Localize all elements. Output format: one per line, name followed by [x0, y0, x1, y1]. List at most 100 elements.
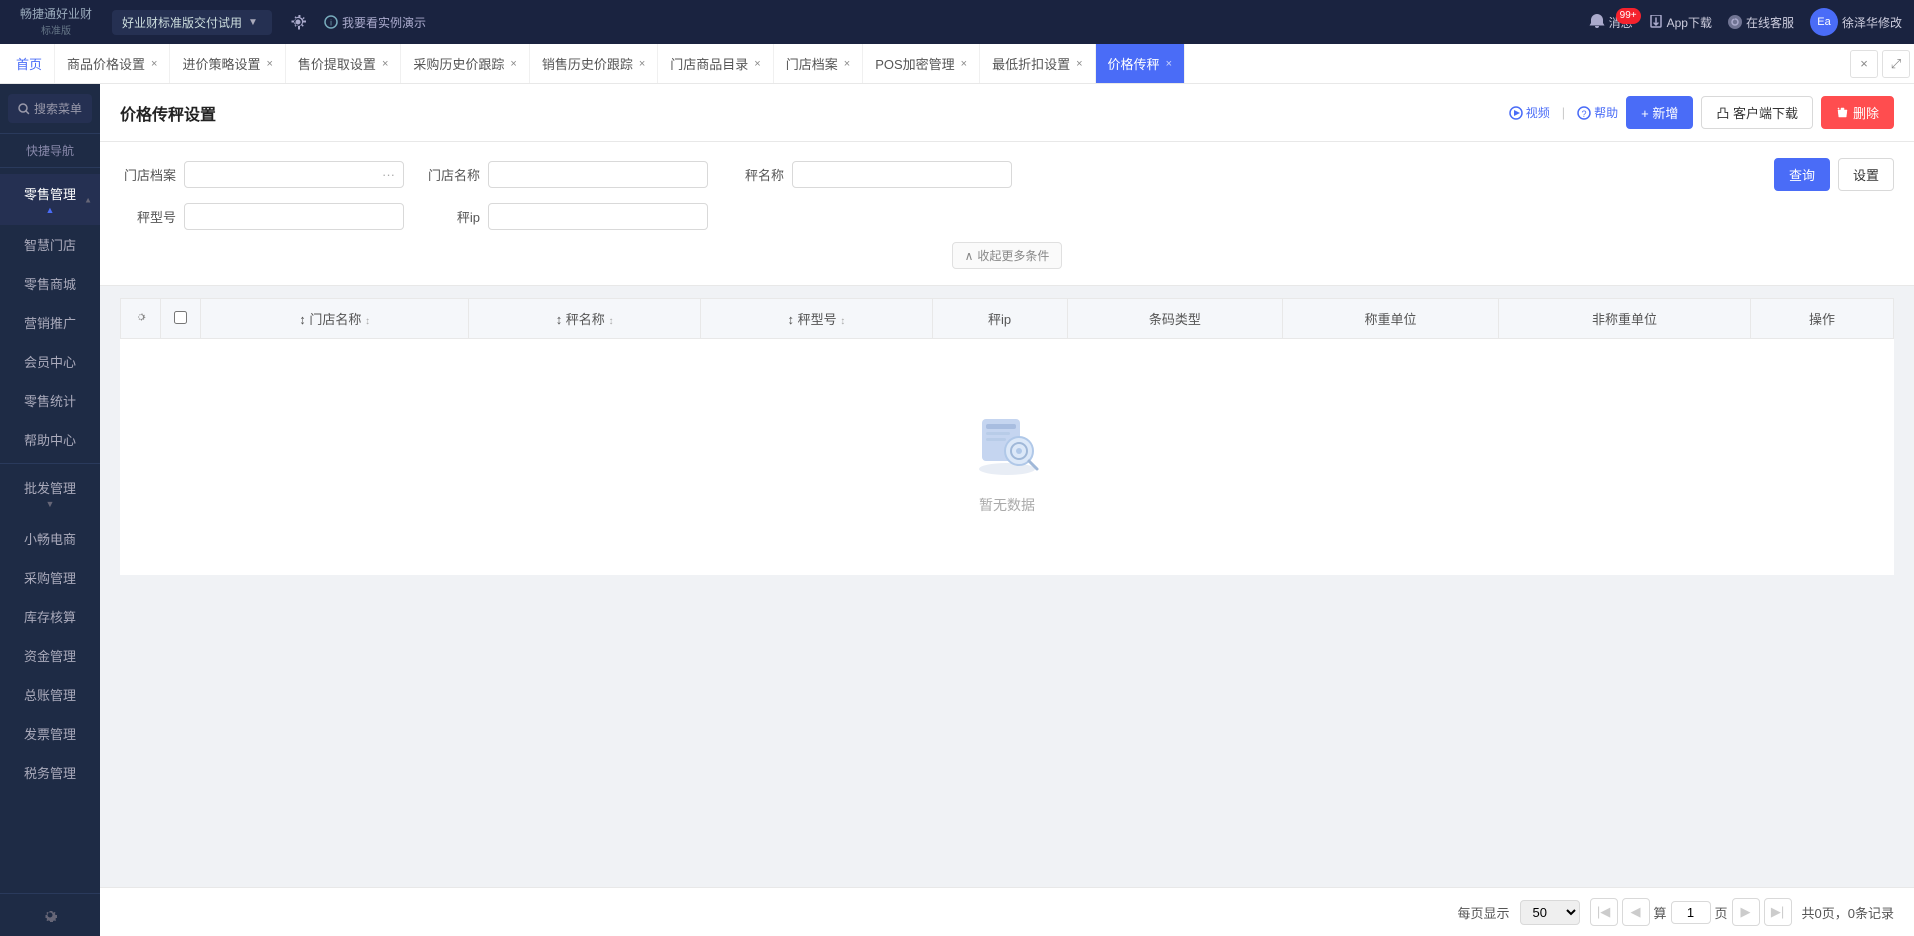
- query-btn[interactable]: 查询: [1774, 158, 1830, 191]
- scale-model-input[interactable]: [184, 203, 404, 230]
- tab-sale-price[interactable]: 售价提取设置 ×: [286, 44, 401, 84]
- close-icon[interactable]: ×: [1076, 58, 1082, 70]
- store-name-label: 门店名称: [424, 165, 480, 184]
- close-icon[interactable]: ×: [510, 58, 516, 70]
- th-settings[interactable]: [121, 299, 161, 339]
- filter-row-1: 门店档案 ··· 门店名称 秤名称 查询: [120, 158, 1894, 191]
- tab-store-file[interactable]: 门店档案 ×: [774, 44, 863, 84]
- tab-sale-history[interactable]: 销售历史价跟踪 ×: [530, 44, 658, 84]
- store-file-input[interactable]: [185, 162, 374, 187]
- sidebar-item-wholesale[interactable]: 批发管理 ▼: [0, 468, 100, 519]
- empty-text: 暂无数据: [979, 495, 1035, 515]
- tab-price-scale[interactable]: 价格传秤 ×: [1096, 44, 1185, 84]
- app-download-label: App下载: [1667, 14, 1712, 31]
- close-icon[interactable]: ×: [382, 58, 388, 70]
- top-right: 消息 99+ App下载 在线客服 Ea 徐泽华修改: [1589, 8, 1902, 36]
- tab-purchase-strategy[interactable]: 进价策略设置 ×: [170, 44, 285, 84]
- sidebar-item-help[interactable]: 帮助中心: [0, 420, 100, 459]
- tab-store-catalog[interactable]: 门店商品目录 ×: [658, 44, 773, 84]
- filter-area: 门店档案 ··· 门店名称 秤名称 查询: [100, 142, 1914, 286]
- th-scale-model[interactable]: ↕ 秤型号: [700, 299, 932, 339]
- tab-min-discount[interactable]: 最低折扣设置 ×: [980, 44, 1095, 84]
- last-page-btn[interactable]: ▶|: [1764, 898, 1792, 926]
- sidebar-item-tax[interactable]: 税务管理: [0, 753, 100, 792]
- setup-btn[interactable]: 设置: [1838, 158, 1894, 191]
- scale-ip-label: 秤ip: [424, 207, 480, 226]
- first-page-btn[interactable]: |◀: [1590, 898, 1618, 926]
- message-item[interactable]: 消息 99+: [1589, 14, 1633, 31]
- th-scale-name[interactable]: ↕ 秤名称: [469, 299, 701, 339]
- collapse-btn[interactable]: ∧ 收起更多条件: [952, 242, 1063, 269]
- online-service-item[interactable]: 在线客服: [1728, 14, 1794, 31]
- store-name-input[interactable]: [488, 161, 708, 188]
- empty-state: 暂无数据: [121, 339, 1894, 575]
- sidebar-item-invoice[interactable]: 发票管理: [0, 714, 100, 753]
- message-badge: 99+: [1616, 8, 1641, 24]
- store-file-label: 门店档案: [120, 165, 176, 184]
- tab-bar: 首页 商品价格设置 × 进价策略设置 × 售价提取设置 × 采购历史价跟踪 × …: [0, 44, 1914, 84]
- tab-purchase-history[interactable]: 采购历史价跟踪 ×: [401, 44, 529, 84]
- th-store-name[interactable]: ↕ 门店名称: [201, 299, 469, 339]
- select-all-checkbox[interactable]: [174, 311, 187, 324]
- filter-row-2: 秤型号 秤ip: [120, 203, 1894, 230]
- close-icon[interactable]: ×: [1166, 58, 1172, 70]
- sidebar-item-ecommerce[interactable]: 小畅电商: [0, 519, 100, 558]
- logo-area: 畅捷通好业财 标准版: [12, 7, 100, 36]
- filter-buttons: 查询 设置: [1774, 158, 1894, 191]
- add-btn[interactable]: + 新增: [1626, 96, 1693, 129]
- sidebar-item-purchase[interactable]: 采购管理: [0, 558, 100, 597]
- tab-price-settings[interactable]: 商品价格设置 ×: [55, 44, 170, 84]
- sidebar-item-smart-store[interactable]: 智慧门店: [0, 225, 100, 264]
- close-icon[interactable]: ×: [844, 58, 850, 70]
- user-item[interactable]: Ea 徐泽华修改: [1810, 8, 1902, 36]
- filter-store-file: 门店档案 ···: [120, 161, 404, 188]
- next-page-btn[interactable]: ▶: [1732, 898, 1760, 926]
- scale-name-input[interactable]: [792, 161, 1012, 188]
- filter-scale-model: 秤型号: [120, 203, 404, 230]
- page-nav: |◀ ◀ 算 页 ▶ ▶|: [1590, 898, 1792, 926]
- page-size-select[interactable]: 50 10 20 100: [1520, 900, 1580, 925]
- sidebar-quick-nav[interactable]: 快捷导航: [0, 134, 100, 168]
- demo-btn[interactable]: i 我要看实例演示: [324, 14, 426, 31]
- close-icon[interactable]: ×: [961, 58, 967, 70]
- close-icon[interactable]: ×: [266, 58, 272, 70]
- version-label: 好业财标准版交付试用: [122, 14, 242, 31]
- tab-home-label: 首页: [16, 54, 42, 73]
- tab-home[interactable]: 首页: [4, 44, 55, 84]
- total-info: 共0页，0条记录: [1802, 903, 1894, 922]
- table-body: 暂无数据: [121, 339, 1894, 576]
- sidebar-item-member[interactable]: 会员中心: [0, 342, 100, 381]
- close-tab-btn[interactable]: ×: [1850, 50, 1878, 78]
- prev-page-btn[interactable]: ◀: [1622, 898, 1650, 926]
- settings-icon-btn[interactable]: [284, 8, 312, 36]
- th-checkbox[interactable]: [161, 299, 201, 339]
- sidebar-item-marketing[interactable]: 营销推广: [0, 303, 100, 342]
- sidebar-item-finance[interactable]: 资金管理: [0, 636, 100, 675]
- maximize-tab-btn[interactable]: ⤢: [1882, 50, 1910, 78]
- close-icon[interactable]: ×: [151, 58, 157, 70]
- delete-btn[interactable]: 删除: [1821, 96, 1894, 129]
- sidebar-item-retail-mall[interactable]: 零售商城: [0, 264, 100, 303]
- sidebar-item-ledger[interactable]: 总账管理: [0, 675, 100, 714]
- sidebar-search: 搜索菜单: [0, 84, 100, 134]
- sidebar-item-retail[interactable]: 零售管理 ▲: [0, 174, 100, 225]
- page-header: 价格传秤设置 视频 | ? 帮助 + 新增 凸 客户端下载: [100, 84, 1914, 142]
- scale-ip-input[interactable]: [488, 203, 708, 230]
- sidebar-item-retail-stats[interactable]: 零售统计: [0, 381, 100, 420]
- close-icon[interactable]: ×: [754, 58, 760, 70]
- download-btn[interactable]: 凸 客户端下载: [1701, 96, 1813, 129]
- version-selector[interactable]: 好业财标准版交付试用 ▼: [112, 10, 272, 35]
- app-download-item[interactable]: App下载: [1649, 14, 1712, 31]
- store-file-dots-btn[interactable]: ···: [374, 162, 403, 187]
- top-bar: 畅捷通好业财 标准版 好业财标准版交付试用 ▼ i 我要看实例演示 消息 99+…: [0, 0, 1914, 44]
- sidebar-item-inventory[interactable]: 库存核算: [0, 597, 100, 636]
- page-num-input[interactable]: [1671, 901, 1711, 924]
- sidebar-search-btn[interactable]: 搜索菜单: [8, 94, 92, 123]
- video-link[interactable]: 视频: [1509, 104, 1550, 121]
- help-link[interactable]: ? 帮助: [1577, 104, 1618, 121]
- dropdown-arrow-icon: ▼: [248, 17, 258, 28]
- close-icon[interactable]: ×: [639, 58, 645, 70]
- page-input-area: 算 页: [1654, 901, 1728, 924]
- tab-pos-management[interactable]: POS加密管理 ×: [863, 44, 980, 84]
- sidebar-gear-btn[interactable]: [0, 893, 100, 936]
